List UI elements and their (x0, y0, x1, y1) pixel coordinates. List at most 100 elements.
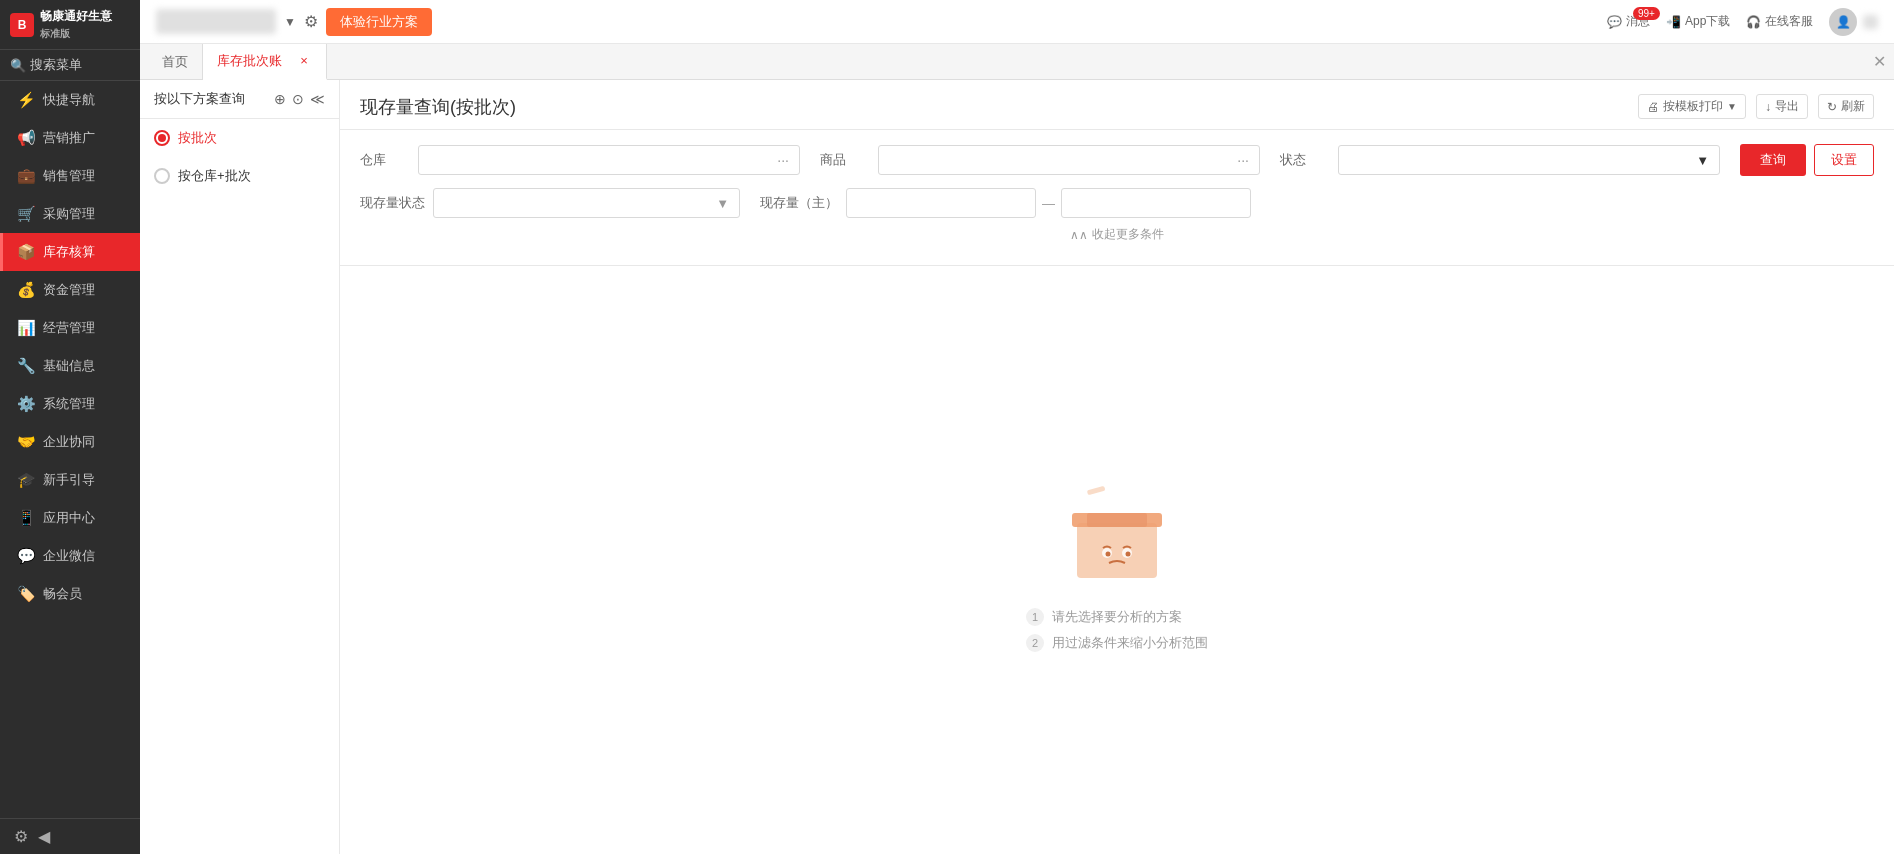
home-tab-label: 首页 (162, 53, 188, 71)
customer-service-icon: 🎧 (1746, 15, 1761, 29)
collapse-up-icon: ∧∧ (1070, 228, 1088, 242)
tabbar: 首页 库存批次账 × ✕ (140, 44, 1894, 80)
settings-icon[interactable]: ⚙ (14, 827, 28, 846)
experience-btn[interactable]: 体验行业方案 (326, 8, 432, 36)
collapse-label: 收起更多条件 (1092, 226, 1164, 243)
export-btn[interactable]: ↓ 导出 (1756, 94, 1808, 119)
collapse-filter-btn[interactable]: ≪ (310, 91, 325, 107)
filter-panel-header: 按以下方案查询 ⊕ ⊙ ≪ (140, 80, 339, 119)
sidebar-item-label: 资金管理 (43, 281, 95, 299)
quick-nav-icon: ⚡ (17, 91, 35, 109)
sidebar-item-wechat[interactable]: 💬 企业微信 (0, 537, 140, 575)
refresh-btn[interactable]: ↻ 刷新 (1818, 94, 1874, 119)
app-download-icon: 📲 (1666, 15, 1681, 29)
refresh-label: 刷新 (1841, 98, 1865, 115)
query-row-2: 现存量状态 ▼ 现存量（主） — (360, 188, 1874, 218)
sidebar-search[interactable]: 🔍 搜索菜单 (0, 50, 140, 81)
page-title-actions: 🖨 按模板打印 ▼ ↓ 导出 ↻ 刷新 (1638, 94, 1874, 119)
filter-panel-title: 按以下方案查询 (154, 90, 245, 108)
product-dots[interactable]: ··· (1237, 152, 1249, 168)
product-input[interactable]: ··· (878, 145, 1260, 175)
collapse-row[interactable]: ∧∧ 收起更多条件 (360, 218, 1874, 251)
query-btn-group: 查询 设置 (1740, 144, 1874, 176)
print-btn[interactable]: 🖨 按模板打印 ▼ (1638, 94, 1746, 119)
sidebar-item-enterprise[interactable]: 🤝 企业协同 (0, 423, 140, 461)
user-area[interactable]: 👤 Rit (1829, 8, 1878, 36)
inventory-status-field: 现存量状态 ▼ (360, 188, 740, 218)
quantity-min-input[interactable] (846, 188, 1036, 218)
sidebar-item-label: 库存核算 (43, 243, 95, 261)
message-badge: 99+ (1633, 7, 1660, 20)
sidebar-item-sales[interactable]: 💼 销售管理 (0, 157, 140, 195)
query-button[interactable]: 查询 (1740, 144, 1806, 176)
app-download-btn[interactable]: 📲 App下载 (1666, 13, 1730, 30)
settings-button[interactable]: 设置 (1814, 144, 1874, 176)
search-icon: 🔍 (10, 58, 26, 73)
brand-name: 畅康通好生意 (40, 8, 112, 25)
empty-hints: 1 请先选择要分析的方案 2 用过滤条件来缩小分析范围 (1026, 608, 1208, 652)
query-row-1: 仓库 ··· 商品 ··· 状态 (360, 144, 1874, 176)
status-select[interactable]: ▼ (1338, 145, 1720, 175)
app-download-label: App下载 (1685, 13, 1730, 30)
sidebar-item-newbie[interactable]: 🎓 新手引导 (0, 461, 140, 499)
svg-rect-2 (1087, 513, 1147, 527)
tab-home[interactable]: 首页 (148, 44, 203, 80)
sidebar-item-finance[interactable]: 💰 资金管理 (0, 271, 140, 309)
inventory-status-select[interactable]: ▼ (433, 188, 740, 218)
product-field: 商品 ··· (820, 145, 1260, 175)
sidebar-item-members[interactable]: 🏷️ 畅会员 (0, 575, 140, 613)
messages-btn[interactable]: 💬 消息 99+ (1607, 13, 1650, 30)
product-label: 商品 (820, 151, 870, 169)
sidebar-item-basics[interactable]: 🔧 基础信息 (0, 347, 140, 385)
content: 按以下方案查询 ⊕ ⊙ ≪ 按批次 按仓库+批次 现存量查询(按批次) (140, 80, 1894, 854)
warehouse-field: 仓库 ··· (360, 145, 800, 175)
sidebar-item-purchase[interactable]: 🛒 采购管理 (0, 195, 140, 233)
sidebar-item-label: 应用中心 (43, 509, 95, 527)
global-close-btn[interactable]: ✕ (1873, 52, 1886, 71)
add-scheme-btn[interactable]: ⊕ (274, 91, 286, 107)
tab-close-btn[interactable]: × (296, 53, 312, 69)
hint-num-1: 1 (1026, 608, 1044, 626)
range-dash: — (1042, 196, 1055, 211)
wechat-icon: 💬 (17, 547, 35, 565)
filter-item-warehouse-batch[interactable]: 按仓库+批次 (140, 157, 339, 195)
quantity-range-field: 现存量（主） — (760, 188, 1140, 218)
quantity-max-input[interactable] (1061, 188, 1251, 218)
main-area: 🔍 搜索 ▼ ⚙ 体验行业方案 💬 消息 99+ 📲 App下载 🎧 在线客服 (140, 0, 1894, 854)
print-dropdown-icon[interactable]: ▼ (1727, 101, 1737, 112)
customer-service-btn[interactable]: 🎧 在线客服 (1746, 13, 1813, 30)
scheme-settings-btn[interactable]: ⊙ (292, 91, 304, 107)
topbar-gear-icon[interactable]: ⚙ (304, 12, 318, 31)
filter-item-batch-label: 按批次 (178, 129, 217, 147)
marketing-icon: 📢 (17, 129, 35, 147)
brand-icon: B (10, 13, 34, 37)
avatar: 👤 (1829, 8, 1857, 36)
filter-item-batch[interactable]: 按批次 (140, 119, 339, 157)
message-icon: 💬 (1607, 15, 1622, 29)
sidebar-item-system[interactable]: ⚙️ 系统管理 (0, 385, 140, 423)
basics-icon: 🔧 (17, 357, 35, 375)
page-title: 现存量查询(按批次) (360, 95, 516, 119)
empty-hint-2: 2 用过滤条件来缩小分析范围 (1026, 634, 1208, 652)
customer-service-label: 在线客服 (1765, 13, 1813, 30)
collapse-sidebar-icon[interactable]: ◀ (38, 827, 50, 846)
close-icon[interactable]: × (300, 53, 308, 68)
warehouse-dots[interactable]: ··· (777, 152, 789, 168)
status-label: 状态 (1280, 151, 1330, 169)
sidebar-item-quick-nav[interactable]: ⚡ 快捷导航 (0, 81, 140, 119)
finance-icon: 💰 (17, 281, 35, 299)
sidebar-item-inventory[interactable]: 📦 库存核算 (0, 233, 140, 271)
sidebar-item-label: 经营管理 (43, 319, 95, 337)
radio-active-icon (154, 130, 170, 146)
refresh-icon: ↻ (1827, 100, 1837, 114)
query-area: 现存量查询(按批次) 🖨 按模板打印 ▼ ↓ 导出 ↻ 刷新 (340, 80, 1894, 854)
tab-inventory-batch[interactable]: 库存批次账 × (203, 44, 327, 80)
sidebar-item-marketing[interactable]: 📢 营销推广 (0, 119, 140, 157)
warehouse-input[interactable]: ··· (418, 145, 800, 175)
page-title-bar: 现存量查询(按批次) 🖨 按模板打印 ▼ ↓ 导出 ↻ 刷新 (340, 80, 1894, 130)
sidebar-item-operations[interactable]: 📊 经营管理 (0, 309, 140, 347)
topbar-dropdown-icon[interactable]: ▼ (284, 15, 296, 29)
hint-text-1: 请先选择要分析的方案 (1052, 608, 1182, 626)
sidebar-item-apps[interactable]: 📱 应用中心 (0, 499, 140, 537)
topbar-search-bar[interactable]: 🔍 搜索 (156, 9, 276, 34)
